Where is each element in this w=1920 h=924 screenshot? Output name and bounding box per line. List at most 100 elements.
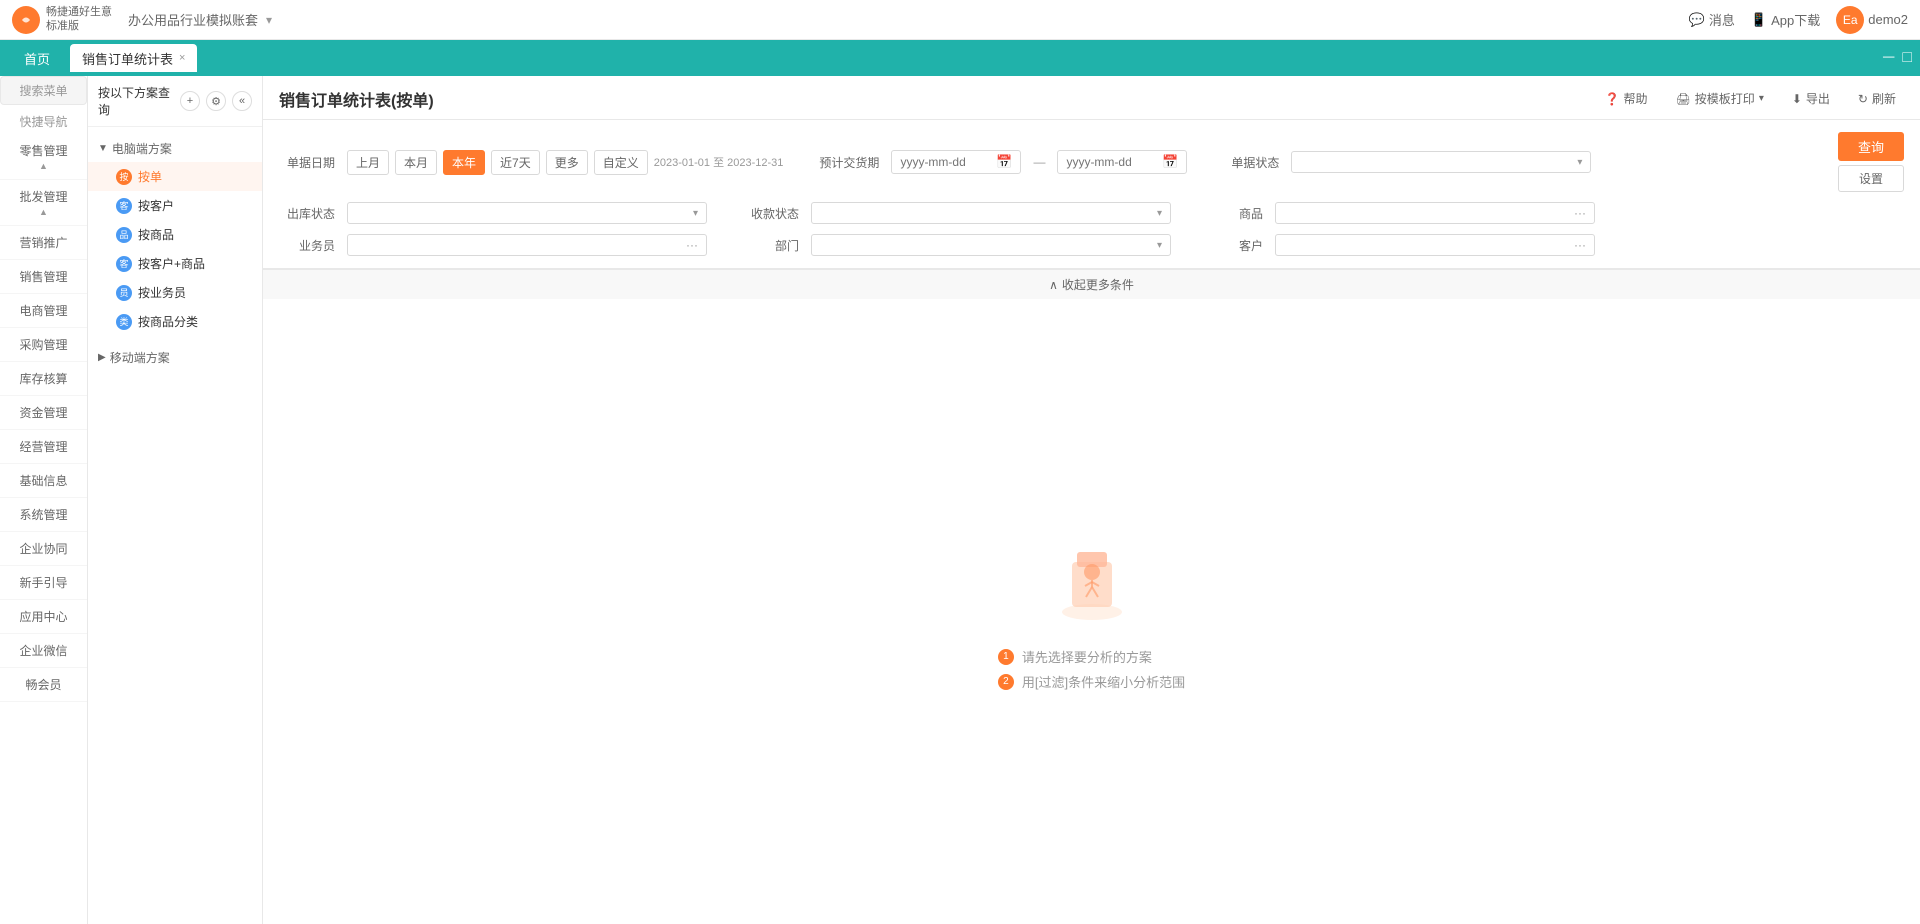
sidebar-item-wechat[interactable]: 企业微信	[0, 634, 87, 668]
sidebar-item-guide[interactable]: 新手引导	[0, 566, 87, 600]
customer-text-input[interactable]	[1284, 238, 1570, 252]
current-month-btn[interactable]: 本月	[395, 150, 437, 175]
help-btn[interactable]: ❓ 帮助	[1597, 86, 1656, 111]
message-btn[interactable]: 💬 消息	[1689, 10, 1735, 29]
sidebar-item-sales[interactable]: 销售管理	[0, 260, 87, 294]
refresh-btn[interactable]: ↻ 刷新	[1850, 86, 1904, 111]
salesperson-input[interactable]: ···	[347, 234, 707, 256]
app-download-btn[interactable]: 📱 App下载	[1751, 10, 1820, 29]
sidebar-item-member[interactable]: 畅会员	[0, 668, 87, 702]
tab-home[interactable]: 首页	[8, 44, 66, 72]
scheme-item-by-product[interactable]: 品 按商品	[88, 220, 262, 249]
last7days-btn[interactable]: 近7天	[491, 150, 540, 175]
export-btn[interactable]: ⬇ 导出	[1784, 86, 1838, 111]
tab-minimize-btn[interactable]: ─	[1883, 49, 1894, 67]
tab-sales-order[interactable]: 销售订单统计表 ×	[70, 44, 197, 72]
custom-btn[interactable]: 自定义	[594, 150, 648, 175]
message-icon: 💬	[1689, 12, 1705, 28]
sidebar-item-apps[interactable]: 应用中心	[0, 600, 87, 634]
mobile-section-header[interactable]: ▶ 移动端方案	[88, 344, 262, 371]
calendar-end-icon[interactable]: 📅	[1162, 154, 1178, 170]
search-menu-btn[interactable]: 搜索菜单	[0, 76, 87, 105]
status-select[interactable]: ▾	[1291, 151, 1591, 173]
quick-nav-item[interactable]: 快捷导航	[0, 105, 87, 134]
sidebar-item-basic[interactable]: 基础信息	[0, 464, 87, 498]
customer-more-btn[interactable]: ···	[1574, 238, 1586, 252]
sidebar-item-inventory[interactable]: 库存核算	[0, 362, 87, 396]
salesperson-text-input[interactable]	[356, 238, 682, 252]
expected-date-end[interactable]: 📅	[1057, 150, 1187, 174]
scheme-icon: 员	[116, 285, 132, 301]
collapse-icon: ∧	[1049, 278, 1058, 292]
department-select[interactable]: ▾	[811, 234, 1171, 256]
empty-tip-1: 1 请先选择要分析的方案	[998, 647, 1185, 666]
scheme-item-by-customer[interactable]: 客 按客户	[88, 191, 262, 220]
last-month-btn[interactable]: 上月	[347, 150, 389, 175]
user-menu-btn[interactable]: Ea demo2	[1836, 6, 1908, 34]
salesperson-more-btn[interactable]: ···	[686, 238, 698, 252]
menu-label: 库存核算	[19, 370, 67, 387]
pc-section-header[interactable]: ▼ 电脑端方案	[88, 135, 262, 162]
collapse-row: ∧ 收起更多条件	[263, 269, 1920, 299]
sidebar-item-system[interactable]: 系统管理	[0, 498, 87, 532]
sidebar-item-wholesale[interactable]: 批发管理▲	[0, 180, 87, 226]
expand-arrow-icon: ▲	[39, 207, 48, 217]
expected-date-start-input[interactable]	[900, 155, 996, 169]
sidebar-item-cooperation[interactable]: 企业协同	[0, 532, 87, 566]
scheme-settings-btn[interactable]: ⚙	[206, 91, 226, 111]
sidebar-item-marketing[interactable]: 营销推广	[0, 226, 87, 260]
payment-status-input[interactable]	[820, 206, 1157, 220]
dept-dropdown-icon[interactable]: ▾	[1157, 240, 1162, 251]
page-title-bar: 销售订单统计表(按单) ❓ 帮助 🖨 按模板打印 ▾ ⬇ 导出	[263, 76, 1920, 120]
scheme-item-by-customer-product[interactable]: 客 按客户+商品	[88, 249, 262, 278]
print-btn[interactable]: 🖨 按模板打印 ▾	[1668, 86, 1772, 111]
scheme-label: 按单	[138, 168, 162, 185]
print-dropdown-icon: ▾	[1759, 93, 1764, 104]
ship-dropdown-icon[interactable]: ▾	[693, 208, 698, 219]
sidebar: 搜索菜单 快捷导航 零售管理▲批发管理▲ 营销推广销售管理电商管理采购管理库存核算…	[0, 76, 88, 924]
tab-maximize-btn[interactable]: □	[1902, 49, 1912, 67]
query-btn[interactable]: 查询	[1838, 132, 1904, 161]
scheme-add-btn[interactable]: +	[180, 91, 200, 111]
scheme-collapse-btn[interactable]: «	[232, 91, 252, 111]
current-year-btn[interactable]: 本年	[443, 150, 485, 175]
ship-status-input[interactable]	[356, 206, 693, 220]
department-input[interactable]	[820, 238, 1157, 252]
calendar-start-icon[interactable]: 📅	[996, 154, 1012, 170]
customer-input[interactable]: ···	[1275, 234, 1595, 256]
sidebar-item-finance[interactable]: 资金管理	[0, 396, 87, 430]
ship-status-select[interactable]: ▾	[347, 202, 707, 224]
sidebar-item-operations[interactable]: 经营管理	[0, 430, 87, 464]
menu-label: 营销推广	[19, 234, 67, 251]
scheme-item-by-salesperson[interactable]: 员 按业务员	[88, 278, 262, 307]
menu-label: 企业微信	[19, 642, 67, 659]
sidebar-item-retail[interactable]: 零售管理▲	[0, 134, 87, 180]
status-dropdown-icon[interactable]: ▾	[1577, 157, 1582, 168]
scheme-panel: 按以下方案查询 + ⚙ « ▼ 电脑端方案 按 按单 客 按客户 品 按商品	[88, 76, 263, 924]
goods-text-input[interactable]	[1284, 206, 1570, 220]
scheme-tree: ▼ 电脑端方案 按 按单 客 按客户 品 按商品 客 按客户+商品 员 按业务员…	[88, 127, 262, 924]
goods-input[interactable]: ···	[1275, 202, 1595, 224]
empty-state: 1 请先选择要分析的方案 2 用[过滤]条件来缩小分析范围	[263, 299, 1920, 924]
goods-more-btn[interactable]: ···	[1574, 206, 1586, 220]
chevron-right-icon: ▶	[98, 352, 106, 363]
customer-label: 客户	[1207, 237, 1263, 254]
print-icon: 🖨	[1676, 92, 1691, 106]
scheme-item-by-order[interactable]: 按 按单	[88, 162, 262, 191]
status-input[interactable]	[1300, 155, 1577, 169]
menu-label: 电商管理	[19, 302, 67, 319]
sidebar-item-ecommerce[interactable]: 电商管理	[0, 294, 87, 328]
sidebar-item-purchase[interactable]: 采购管理	[0, 328, 87, 362]
main-content: 销售订单统计表(按单) ❓ 帮助 🖨 按模板打印 ▾ ⬇ 导出	[263, 76, 1920, 924]
expected-date-end-input[interactable]	[1066, 155, 1162, 169]
payment-status-select[interactable]: ▾	[811, 202, 1171, 224]
expected-date-start[interactable]: 📅	[891, 150, 1021, 174]
more-btn[interactable]: 更多	[546, 150, 588, 175]
tab-close-btn[interactable]: ×	[179, 52, 185, 64]
collapse-btn[interactable]: ∧ 收起更多条件	[1049, 276, 1134, 293]
menu-label: 采购管理	[19, 336, 67, 353]
settings-btn[interactable]: 设置	[1838, 165, 1904, 192]
breadcrumb-arrow-icon[interactable]: ▾	[266, 13, 272, 27]
payment-dropdown-icon[interactable]: ▾	[1157, 208, 1162, 219]
scheme-item-by-product-category[interactable]: 类 按商品分类	[88, 307, 262, 336]
